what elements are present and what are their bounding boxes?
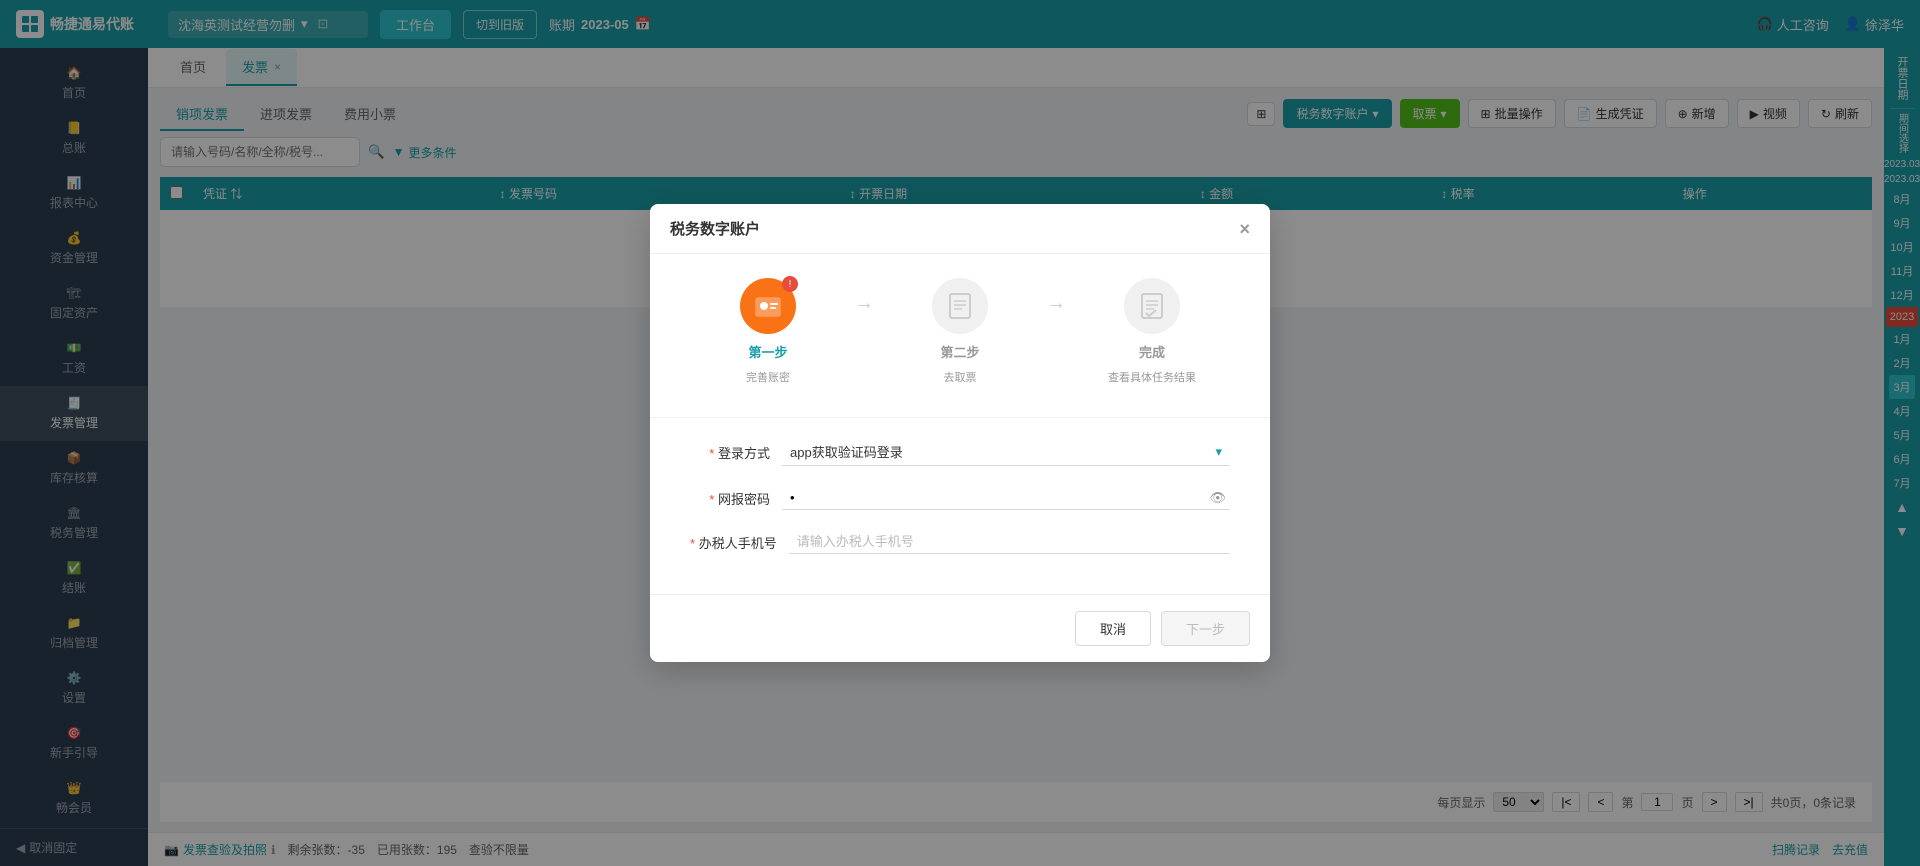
step-1: ! 第一步 完善账密 [690,278,846,385]
step-1-label: 第一步 [748,342,787,361]
phone-label: * 办税人手机号 [690,533,777,552]
password-input[interactable] [782,486,1230,509]
password-input-wrapper: 👁 [782,486,1230,510]
modal: 税务数字账户 × ! [650,204,1270,662]
required-mark-3: * [690,536,695,551]
modal-header: 税务数字账户 × [650,204,1270,254]
select-dropdown-icon: ▾ [1215,444,1222,460]
step-3-icon-wrap [1124,278,1180,334]
step-3: 完成 查看具体任务结果 [1074,278,1230,385]
modal-title: 税务数字账户 [670,218,760,239]
step-1-icon-wrap: ! [740,278,796,334]
required-mark-2: * [709,492,714,507]
phone-row: * 办税人手机号 [690,530,1230,554]
step-2-label: 第二步 [940,342,979,361]
step-2-sublabel: 去取票 [944,369,977,385]
next-step-button[interactable]: 下一步 [1161,611,1250,646]
phone-input[interactable] [789,530,1230,554]
step-1-sublabel: 完善账密 [746,369,790,385]
modal-body: ! 第一步 完善账密 → [650,254,1270,594]
password-row: * 网报密码 👁 [690,486,1230,510]
step-2-icon-wrap [932,278,988,334]
login-method-label: * 登录方式 [690,443,770,462]
login-method-row: * 登录方式 app获取验证码登录 ▾ [690,438,1230,466]
step-arrow-1: → [846,292,882,315]
modal-close-button[interactable]: × [1239,220,1250,238]
step-arrow-2: → [1038,292,1074,315]
required-mark: * [709,446,714,461]
steps-container: ! 第一步 完善账密 → [690,278,1230,385]
password-label: * 网报密码 [690,489,770,508]
step-2: 第二步 去取票 [882,278,1038,385]
step-3-sublabel: 查看具体任务结果 [1108,369,1196,385]
modal-overlay: 税务数字账户 × ! [0,0,1920,866]
step-badge: ! [782,276,798,292]
form-divider [650,417,1270,418]
cancel-button[interactable]: 取消 [1075,611,1151,646]
modal-footer: 取消 下一步 [650,594,1270,662]
toggle-password-icon[interactable]: 👁 [1209,490,1226,506]
step-3-label: 完成 [1139,342,1165,361]
login-method-select[interactable]: app获取验证码登录 ▾ [782,438,1230,466]
